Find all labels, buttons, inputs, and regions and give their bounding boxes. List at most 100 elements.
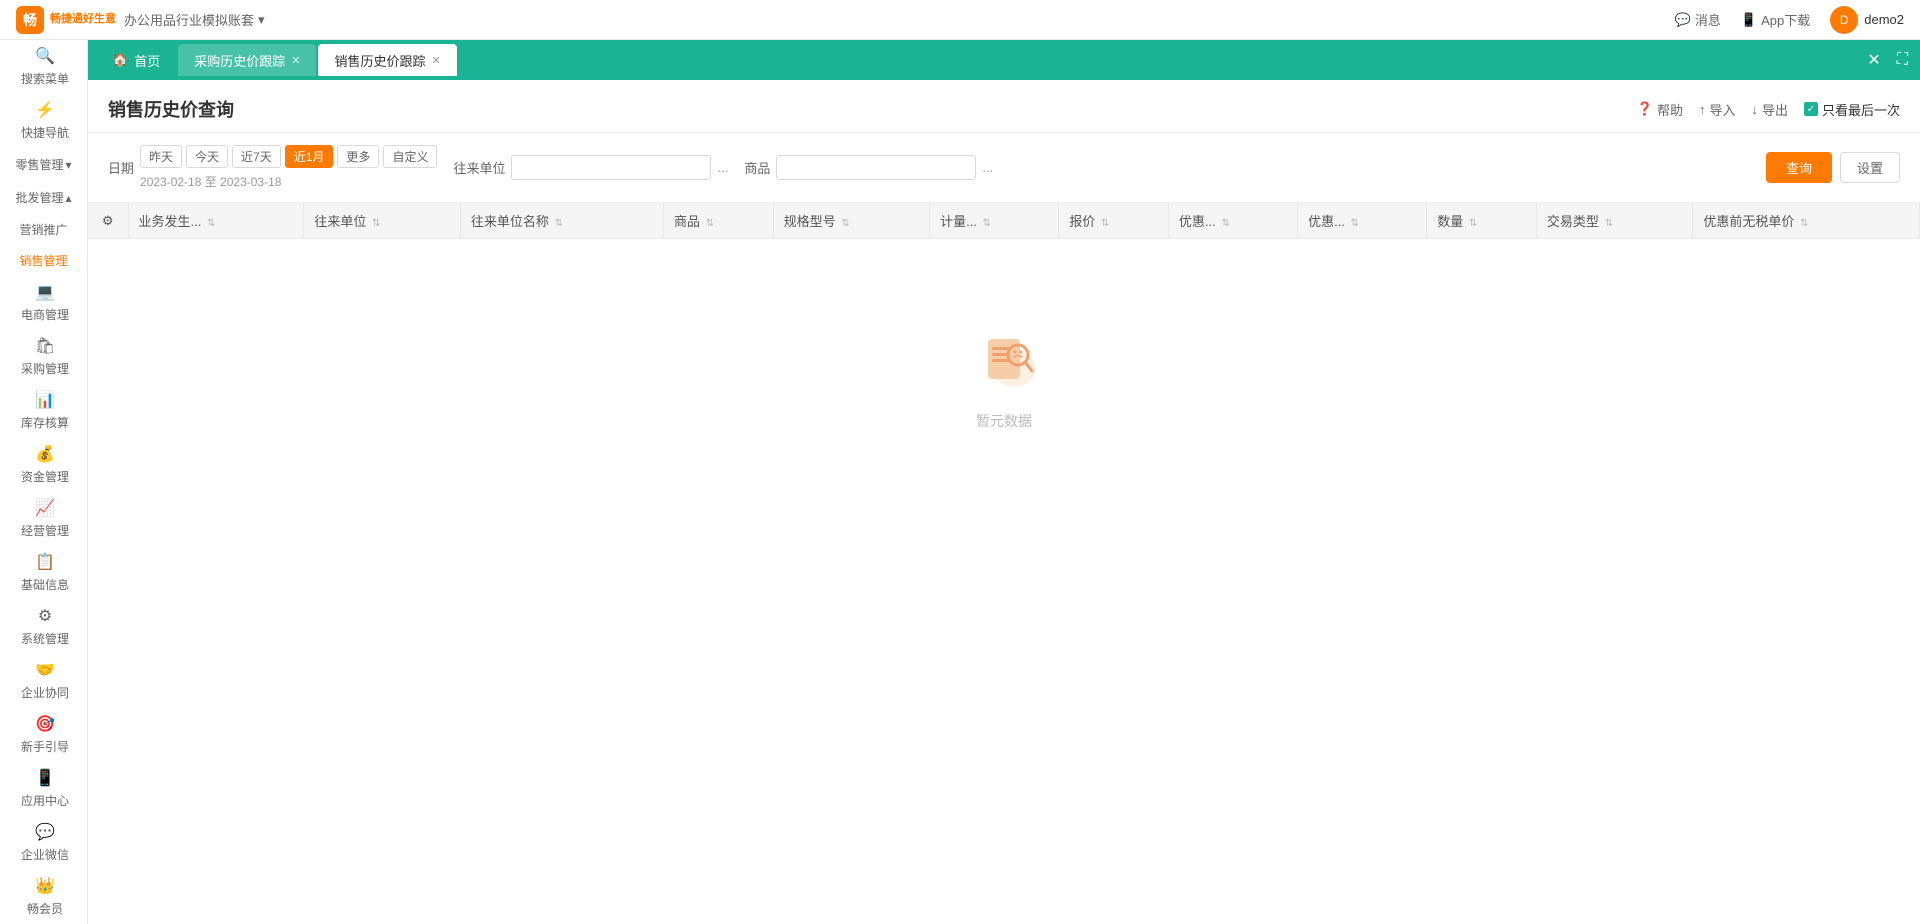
sidebar-item-enterprise[interactable]: 🤝 企业协同: [0, 654, 87, 708]
filter-area: 日期 昨天 今天 近7天 近1月 更多 自定义 2023-02-18 至 202…: [88, 133, 1920, 203]
sidebar-item-operations[interactable]: 📈 经营管理: [0, 492, 87, 546]
app-selector-label: 办公用品行业模拟账套: [124, 10, 254, 29]
only-last-checkbox-label[interactable]: ✓ 只看最后一次: [1804, 100, 1900, 119]
top-bar: 畅 畅捷通好生意 办公用品行业模拟账套 ▾ 💬 消息 📱 App下载 D dem…: [0, 0, 1920, 40]
date-btn-7days[interactable]: 近7天: [232, 145, 281, 168]
th-discount2[interactable]: 优惠... ⇅: [1298, 203, 1427, 239]
tab-close-all-icon[interactable]: ✕: [1863, 46, 1884, 74]
partner-input[interactable]: [511, 155, 711, 180]
logo-icon: 畅: [16, 6, 44, 34]
sidebar-item-finance[interactable]: 💰 资金管理: [0, 438, 87, 492]
sidebar-item-operations-label: 经营管理: [21, 523, 69, 540]
app-download-button[interactable]: 📱 App下载: [1741, 10, 1810, 29]
th-partner-code[interactable]: 往来单位 ⇅: [304, 203, 460, 239]
sidebar-item-shortcut[interactable]: ⚡ 快捷导航: [0, 94, 87, 148]
sidebar-item-inventory[interactable]: 📊 库存核算: [0, 384, 87, 438]
page-header-actions: ❓ 帮助 ↑ 导入 ↓ 导出 ✓ 只看最后一次: [1637, 100, 1900, 119]
sidebar-item-sales-mgmt[interactable]: 销售管理: [0, 245, 87, 276]
th-biz-date[interactable]: 业务发生... ⇅: [128, 203, 304, 239]
empty-state: 暂元数据: [88, 239, 1920, 511]
tab-bar-right: ✕ ⛶: [1863, 46, 1912, 74]
th-discount2-label: 优惠...: [1308, 214, 1345, 229]
sidebar-item-enterprise-label: 企业协同: [21, 685, 69, 702]
retail-label: 零售管理 ▾: [15, 156, 71, 173]
tab-sales-close-icon[interactable]: ✕: [431, 54, 440, 67]
sidebar-item-finance-label: 资金管理: [21, 469, 69, 486]
purchase-icon: 🛍: [35, 336, 55, 358]
msg-button[interactable]: 💬 消息: [1675, 10, 1721, 29]
operations-icon: 📈: [35, 498, 55, 520]
logo-area: 畅 畅捷通好生意: [16, 6, 116, 34]
sidebar-item-inventory-label: 库存核算: [21, 415, 69, 432]
date-range-display: 2023-02-18 至 2023-03-18: [140, 173, 437, 190]
ecommerce-icon: 💻: [35, 282, 55, 304]
sort-icon: ⇅: [841, 218, 849, 229]
sidebar-item-search[interactable]: 🔍 搜索菜单: [0, 40, 87, 94]
help-button[interactable]: ❓ 帮助: [1637, 100, 1683, 119]
date-btn-more[interactable]: 更多: [337, 145, 379, 168]
user-name: demo2: [1864, 12, 1904, 27]
sidebar-item-marketing[interactable]: 营销推广: [0, 214, 87, 245]
sidebar-item-member-label: 畅会员: [27, 901, 63, 918]
goods-dots[interactable]: ...: [982, 160, 993, 175]
tab-purchase-history-label: 采购历史价跟踪: [194, 51, 285, 70]
page-container: 销售历史价查询 ❓ 帮助 ↑ 导入 ↓ 导出: [88, 80, 1920, 924]
tab-home-label: 首页: [134, 51, 160, 70]
top-bar-right: 💬 消息 📱 App下载 D demo2: [1675, 6, 1904, 34]
th-partner-name[interactable]: 往来单位名称 ⇅: [460, 203, 663, 239]
sort-icon: ⇅: [1800, 218, 1808, 229]
sort-icon: ⇅: [1469, 218, 1477, 229]
data-table: ⚙ 业务发生... ⇅ 往来单位 ⇅ 往来单位名称: [88, 203, 1920, 239]
th-price[interactable]: 报价 ⇅: [1059, 203, 1169, 239]
import-icon: ↑: [1699, 102, 1706, 117]
user-area[interactable]: D demo2: [1830, 6, 1904, 34]
sidebar-item-basic[interactable]: 📋 基础信息: [0, 546, 87, 600]
sidebar-item-newbie[interactable]: 🎯 新手引导: [0, 708, 87, 762]
app-selector[interactable]: 办公用品行业模拟账套 ▾: [124, 10, 265, 29]
sidebar-item-shortcut-label: 快捷导航: [21, 125, 69, 142]
th-pre-tax-price-label: 优惠前无税单价: [1703, 214, 1794, 229]
page-title: 销售历史价查询: [108, 96, 234, 122]
sidebar-item-retail[interactable]: 零售管理 ▾: [0, 148, 87, 181]
th-price-label: 报价: [1069, 214, 1095, 229]
settings-button[interactable]: 设置: [1840, 152, 1900, 183]
th-biz-date-label: 业务发生...: [139, 214, 202, 229]
tab-home[interactable]: 🏠 首页: [96, 44, 176, 76]
sidebar-item-apps[interactable]: 📱 应用中心: [0, 762, 87, 816]
tab-maximize-icon[interactable]: ⛶: [1893, 47, 1912, 73]
date-btn-1month[interactable]: 近1月: [285, 145, 334, 168]
member-icon: 👑: [35, 876, 55, 898]
th-settings[interactable]: ⚙: [88, 203, 128, 239]
query-button[interactable]: 查询: [1766, 152, 1832, 183]
goods-input[interactable]: [776, 155, 976, 180]
partner-dots[interactable]: ...: [717, 160, 728, 175]
th-goods[interactable]: 商品 ⇅: [663, 203, 773, 239]
th-spec[interactable]: 规格型号 ⇅: [773, 203, 929, 239]
export-button[interactable]: ↓ 导出: [1751, 100, 1788, 119]
export-icon: ↓: [1751, 102, 1758, 117]
tab-purchase-history[interactable]: 采购历史价跟踪 ✕: [178, 44, 316, 76]
th-discount1-label: 优惠...: [1179, 214, 1216, 229]
th-unit[interactable]: 计量... ⇅: [930, 203, 1059, 239]
date-btn-today[interactable]: 今天: [186, 145, 228, 168]
date-filter-col: 昨天 今天 近7天 近1月 更多 自定义 2023-02-18 至 2023-0…: [140, 145, 437, 190]
th-pre-tax-price[interactable]: 优惠前无税单价 ⇅: [1693, 203, 1920, 239]
th-discount1[interactable]: 优惠... ⇅: [1168, 203, 1297, 239]
sidebar-item-wechat[interactable]: 💬 企业微信: [0, 816, 87, 870]
sidebar-item-purchase[interactable]: 🛍 采购管理: [0, 330, 87, 384]
tab-purchase-close-icon[interactable]: ✕: [291, 54, 300, 67]
date-filter-group: 日期 昨天 今天 近7天 近1月 更多 自定义 2023-02-18 至 202…: [108, 145, 437, 190]
tab-sales-history[interactable]: 销售历史价跟踪 ✕: [318, 44, 456, 76]
sort-icon: ⇅: [1101, 218, 1109, 229]
sidebar-item-ecommerce[interactable]: 💻 电商管理: [0, 276, 87, 330]
th-quantity[interactable]: 数量 ⇅: [1427, 203, 1537, 239]
th-trade-type[interactable]: 交易类型 ⇅: [1536, 203, 1692, 239]
sidebar-item-system[interactable]: ⚙ 系统管理: [0, 600, 87, 654]
date-btn-custom[interactable]: 自定义: [383, 145, 437, 168]
sidebar-item-wholesale[interactable]: 批发管理 ▴: [0, 181, 87, 214]
home-icon: 🏠: [112, 52, 128, 68]
date-btn-yesterday[interactable]: 昨天: [140, 145, 182, 168]
sidebar-item-member[interactable]: 👑 畅会员: [0, 870, 87, 924]
partner-filter-group: 往来单位 ...: [453, 155, 728, 180]
import-button[interactable]: ↑ 导入: [1699, 100, 1736, 119]
